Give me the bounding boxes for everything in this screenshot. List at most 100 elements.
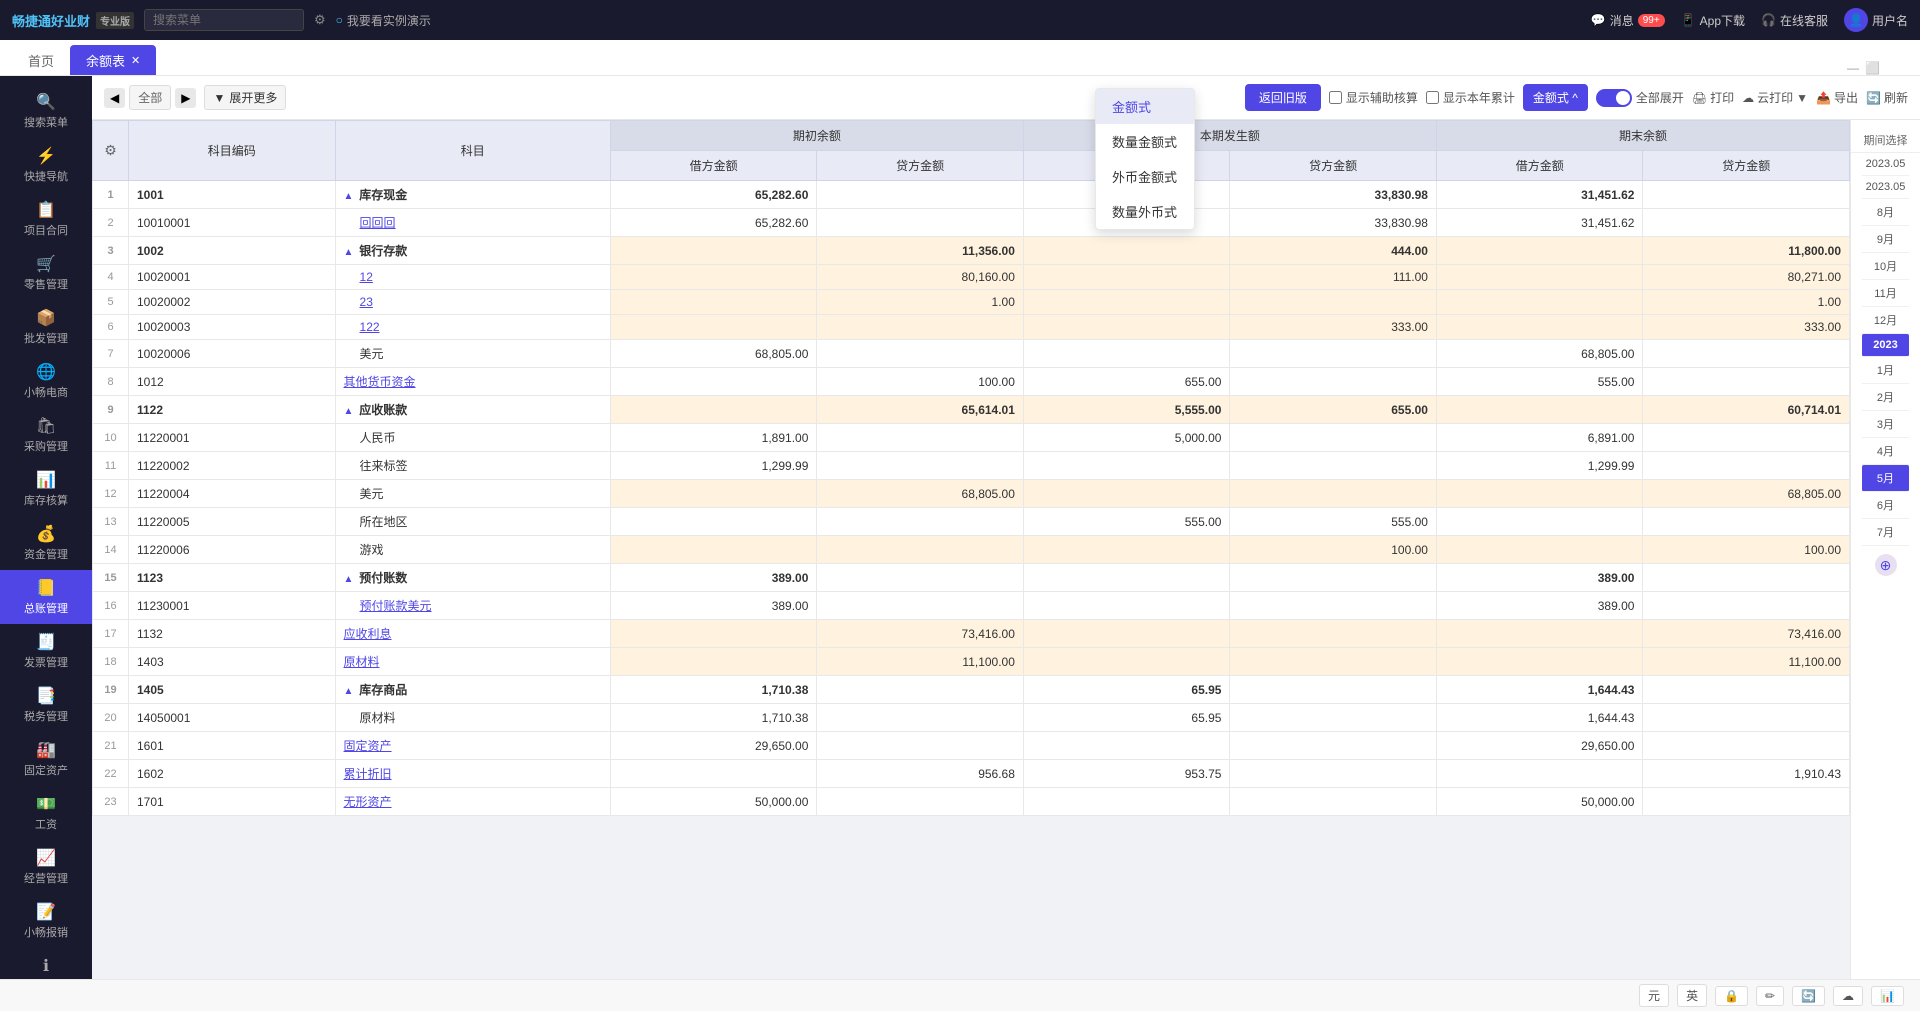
refresh-btn[interactable]: 🔄 刷新 (1866, 89, 1908, 106)
date-item[interactable]: 2023 (1862, 334, 1910, 357)
show-ytd-checkbox[interactable]: 显示本年累计 (1426, 89, 1515, 106)
account-name-link[interactable]: 其他货币资金 (344, 375, 416, 389)
bottom-refresh-btn[interactable]: 🔄 (1792, 986, 1825, 1006)
bottom-edit-btn[interactable]: ✏ (1756, 986, 1784, 1006)
sidebar-item-project[interactable]: 📋 项目合同 (0, 192, 92, 246)
app-download-item[interactable]: 📱 App下载 (1681, 12, 1745, 29)
date-item[interactable]: 2月 (1862, 384, 1910, 411)
date-item[interactable]: 11月 (1862, 280, 1910, 307)
expand-row-icon[interactable]: ▲ (344, 574, 357, 585)
date-item[interactable]: 9月 (1862, 226, 1910, 253)
sidebar-item-quick-nav[interactable]: ⚡ 快捷导航 (0, 138, 92, 192)
account-code[interactable]: 1122 (129, 396, 336, 424)
account-name-link[interactable]: 固定资产 (344, 739, 392, 753)
sidebar-item-invoice[interactable]: 🧾 发票管理 (0, 624, 92, 678)
account-name-link[interactable]: 23 (360, 295, 373, 309)
date-item[interactable]: 5月 (1862, 465, 1910, 492)
sidebar-item-ecommerce[interactable]: 🌐 小畅电商 (0, 354, 92, 408)
date-item[interactable]: 10月 (1862, 253, 1910, 280)
print-btn[interactable]: 🖨 打印 (1692, 89, 1734, 106)
bottom-chart-btn[interactable]: 📊 (1871, 986, 1904, 1006)
date-item[interactable]: 1月 (1862, 357, 1910, 384)
account-code[interactable]: 1002 (129, 237, 336, 265)
filter-all-tag[interactable]: 全部 (129, 85, 171, 110)
auxiliary-checkbox-input[interactable] (1329, 91, 1342, 104)
ytd-checkbox-input[interactable] (1426, 91, 1439, 104)
user-avatar[interactable]: 👤 用户名 (1844, 8, 1908, 32)
date-item[interactable]: 2023.05 (1862, 153, 1910, 176)
mode-btn[interactable]: 金额式 ^ (1523, 84, 1588, 111)
top-search-input[interactable] (144, 9, 304, 31)
tab-minimize-icon[interactable]: — (1847, 61, 1859, 75)
expand-all-toggle[interactable]: 全部展开 (1596, 89, 1684, 107)
sidebar-item-basic[interactable]: ℹ 基础信息 (0, 948, 92, 979)
account-code[interactable]: 1001 (129, 181, 336, 209)
tab-balance[interactable]: 余额表 ✕ (70, 45, 156, 75)
demo-link[interactable]: ○ 我要看实例演示 (336, 12, 431, 29)
account-name-link[interactable]: 预付账款美元 (360, 599, 432, 613)
export-btn[interactable]: 📤 导出 (1816, 89, 1858, 106)
sidebar-item-sales-report[interactable]: 📝 小畅报销 (0, 894, 92, 948)
tab-close-icon[interactable]: ✕ (131, 54, 140, 67)
expand-row-icon[interactable]: ▲ (344, 191, 357, 202)
right-panel-toggle[interactable]: ⊕ (1875, 554, 1897, 576)
sidebar-item-purchase[interactable]: 🛍 采购管理 (0, 408, 92, 462)
bottom-yuan-btn[interactable]: 元 (1639, 984, 1669, 1007)
date-item[interactable]: 7月 (1862, 519, 1910, 546)
settings-icon[interactable]: ⚙ (314, 12, 326, 28)
nav-back-btn[interactable]: ◀ (104, 88, 125, 108)
sidebar-item-retail[interactable]: 🛒 零售管理 (0, 246, 92, 300)
table-container[interactable]: ⚙ 科目编码 科目 期初余额 本期发生额 期末余额 借方金额 贷方金额 借方金额 (92, 120, 1850, 979)
sidebar-item-ledger[interactable]: 📒 总账管理 (0, 570, 92, 624)
expand-row-icon[interactable]: ▲ (344, 247, 357, 258)
date-item[interactable]: 6月 (1862, 492, 1910, 519)
dropdown-item-qty-foreign[interactable]: 数量外币式 (1096, 194, 1194, 229)
account-code[interactable]: 1123 (129, 564, 336, 592)
sidebar-item-wholesale[interactable]: 📦 批发管理 (0, 300, 92, 354)
sidebar-item-salary[interactable]: 💵 工资 (0, 786, 92, 840)
account-name-link[interactable]: 回回回 (360, 216, 396, 230)
toggle-switch[interactable] (1596, 89, 1632, 107)
date-item[interactable]: 12月 (1862, 307, 1910, 334)
table-settings-icon[interactable]: ⚙ (104, 142, 117, 158)
dropdown-item-foreign-amount[interactable]: 外币金额式 (1096, 159, 1194, 194)
col-settings-header[interactable]: ⚙ (93, 121, 129, 181)
sidebar-item-search[interactable]: 🔍 搜索菜单 (0, 84, 92, 138)
show-auxiliary-checkbox[interactable]: 显示辅助核算 (1329, 89, 1418, 106)
sidebar-item-fixed[interactable]: 🏭 固定资产 (0, 732, 92, 786)
date-item[interactable]: 8月 (1862, 199, 1910, 226)
account-name-link[interactable]: 原材料 (344, 655, 380, 669)
bottom-eng-btn[interactable]: 英 (1677, 984, 1707, 1007)
account-name-link[interactable]: 累计折旧 (344, 767, 392, 781)
date-item[interactable]: 3月 (1862, 411, 1910, 438)
dropdown-item-qty-amount[interactable]: 数量金额式 (1096, 124, 1194, 159)
open-credit-cell (817, 788, 1024, 816)
account-name-link[interactable]: 12 (360, 270, 373, 284)
tab-home[interactable]: 首页 (12, 45, 70, 75)
date-item[interactable]: 4月 (1862, 438, 1910, 465)
fund-icon: 💰 (4, 524, 88, 544)
online-service-item[interactable]: 🎧 在线客服 (1761, 12, 1828, 29)
expand-row-icon[interactable]: ▲ (344, 406, 357, 417)
account-name-link[interactable]: 122 (360, 320, 380, 334)
account-name-link[interactable]: 无形资产 (344, 795, 392, 809)
account-code[interactable]: 1405 (129, 676, 336, 704)
sidebar-item-fund[interactable]: 💰 资金管理 (0, 516, 92, 570)
bottom-cloud-btn[interactable]: ☁ (1833, 986, 1863, 1006)
right-panel-expand-icon[interactable]: ⊕ (1875, 554, 1897, 576)
cloud-print-btn[interactable]: ☁ 云打印 ▼ (1742, 89, 1808, 106)
account-name-link[interactable]: 应收利息 (344, 627, 392, 641)
back-old-version-btn[interactable]: 返回旧版 (1245, 84, 1321, 111)
date-item[interactable]: 2023.05 (1862, 176, 1910, 199)
notification-item[interactable]: 💬 消息 99+ (1591, 12, 1665, 29)
sidebar-item-tax[interactable]: 📑 税务管理 (0, 678, 92, 732)
tab-maximize-icon[interactable]: ⬜ (1865, 61, 1880, 75)
expand-row-icon[interactable]: ▲ (344, 686, 357, 697)
nav-forward-btn[interactable]: ▶ (175, 88, 196, 108)
cur-credit-cell: 33,830.98 (1230, 209, 1437, 237)
bottom-lock-btn[interactable]: 🔒 (1715, 986, 1748, 1006)
dropdown-item-amount[interactable]: 金额式 (1096, 89, 1194, 124)
sidebar-item-inventory[interactable]: 📊 库存核算 (0, 462, 92, 516)
expand-more-btn[interactable]: ▼ 展开更多 (204, 85, 286, 110)
sidebar-item-operations[interactable]: 📈 经营管理 (0, 840, 92, 894)
